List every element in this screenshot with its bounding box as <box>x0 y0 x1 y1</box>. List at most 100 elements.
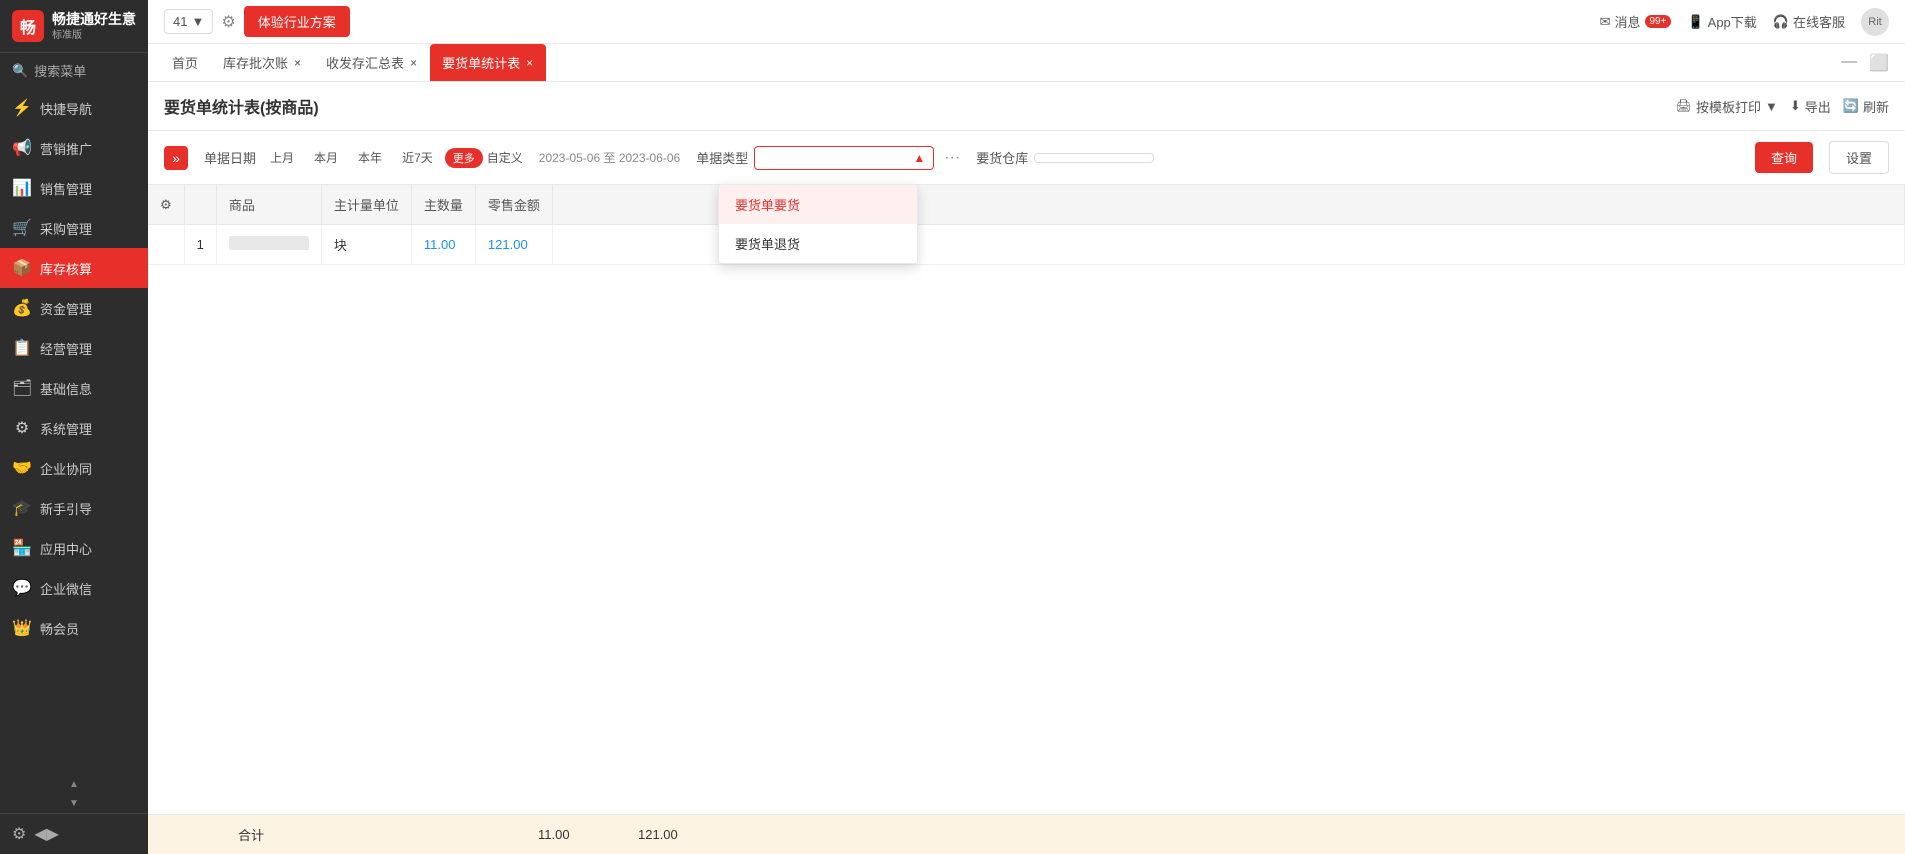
type-dropdown: 要货单要货 要货单退货 <box>718 184 918 264</box>
print-template-btn[interactable]: 🖨 按模板打印 ▼ <box>1675 97 1777 116</box>
sidebar-logo: 畅 畅捷通好生意 标准版 <box>0 0 148 53</box>
minimize-tab-btn[interactable]: — <box>1837 49 1861 77</box>
tab-receive-summary[interactable]: 收发存汇总表 × <box>314 44 430 81</box>
table-row: 1 块 11.00 121.00 <box>148 225 1905 265</box>
type-filter-group: 单据类型 ▲ ··· <box>696 146 960 170</box>
cell-product <box>216 225 321 265</box>
sidebar-item-coop[interactable]: 🤝 企业协同 <box>0 448 148 488</box>
sidebar-item-operation[interactable]: 📋 经营管理 <box>0 328 148 368</box>
summary-row: 合计 11.00 121.00 <box>148 814 1905 854</box>
sidebar-item-basic[interactable]: 🗂 基础信息 <box>0 368 148 408</box>
type-filter-more[interactable]: ··· <box>944 149 960 167</box>
finance-icon: 💰 <box>12 298 32 318</box>
cell-settings <box>148 225 184 265</box>
member-icon: 👑 <box>12 618 32 638</box>
purchase-icon: 🛒 <box>12 218 32 238</box>
sidebar-search-label: 搜索菜单 <box>34 61 86 80</box>
messages-item[interactable]: ✉ 消息 99+ <box>1600 12 1672 31</box>
sidebar-scroll-up[interactable]: ▲ <box>0 775 148 794</box>
settings-button[interactable]: 设置 <box>1829 141 1889 174</box>
data-table: ⚙ 商品 主计量单位 主数量 零售金额 1 <box>148 185 1905 265</box>
th-qty: 主数量 <box>411 185 475 225</box>
sidebar-item-finance[interactable]: 💰 资金管理 <box>0 288 148 328</box>
cell-qty: 11.00 <box>411 225 475 265</box>
summary-empty-unit <box>418 825 538 844</box>
sidebar-search[interactable]: 🔍 搜索菜单 <box>0 53 148 88</box>
tab-order-summary[interactable]: 要货单统计表 × <box>430 44 546 81</box>
user-avatar[interactable]: Rit <box>1861 8 1889 36</box>
print-icon: 🖨 <box>1675 98 1692 114</box>
refresh-btn[interactable]: 🔄 刷新 <box>1843 97 1889 116</box>
query-button[interactable]: 查询 <box>1755 142 1813 173</box>
type-select-arrow: ▲ <box>913 151 925 165</box>
th-amount: 零售金额 <box>475 185 552 225</box>
sidebar-item-quick-nav[interactable]: ⚡ 快捷导航 <box>0 88 148 128</box>
sidebar-item-sales[interactable]: 📊 销售管理 <box>0 168 148 208</box>
header-settings-icon[interactable]: ⚙ <box>221 12 235 32</box>
sidebar-item-purchase[interactable]: 🛒 采购管理 <box>0 208 148 248</box>
tab-home-label: 首页 <box>172 53 198 72</box>
this-month-btn[interactable]: 本月 <box>306 147 346 168</box>
last-month-btn[interactable]: 上月 <box>262 147 302 168</box>
export-icon: ⬇ <box>1790 98 1801 114</box>
app-download-item[interactable]: 📱 App下载 <box>1687 12 1756 31</box>
date-range-text: 2023-05-06 至 2023-06-06 <box>539 149 680 166</box>
online-service-item[interactable]: 🎧 在线客服 <box>1773 12 1845 31</box>
settings-bottom-icon[interactable]: ⚙ <box>12 824 26 844</box>
type-select[interactable]: ▲ <box>754 146 934 170</box>
dropdown-item-return[interactable]: 要货单退货 <box>719 224 917 263</box>
app-download-label: App下载 <box>1708 12 1757 31</box>
more-dates-btn[interactable]: 更多 <box>445 148 483 168</box>
search-icon: 🔍 <box>12 63 28 79</box>
tab-batch-account-label: 库存批次账 <box>223 53 288 72</box>
sidebar-item-system[interactable]: ⚙ 系统管理 <box>0 408 148 448</box>
tab-home[interactable]: 首页 <box>160 44 211 81</box>
tab-order-summary-close[interactable]: × <box>526 56 533 70</box>
logo-sub-text: 标准版 <box>52 29 136 42</box>
header-right: ✉ 消息 99+ 📱 App下载 🎧 在线客服 Rit <box>1600 8 1889 36</box>
summary-empty-seq <box>198 825 238 844</box>
table-container: ⚙ 商品 主计量单位 主数量 零售金额 1 <box>148 185 1905 814</box>
sidebar-item-inventory[interactable]: 📦 库存核算 <box>0 248 148 288</box>
logo-icon: 畅 <box>12 10 44 42</box>
messages-label: 消息 <box>1614 12 1640 31</box>
tab-receive-summary-close[interactable]: × <box>410 56 417 70</box>
page-title: 要货单统计表(按商品) <box>164 94 319 118</box>
guide-icon: 🎓 <box>12 498 32 518</box>
tabs-right-actions: — ⬜ <box>1837 49 1893 77</box>
tab-batch-account[interactable]: 库存批次账 × <box>211 44 314 81</box>
sidebar-item-marketing[interactable]: 📢 营销推广 <box>0 128 148 168</box>
sidebar-item-guide[interactable]: 🎓 新手引导 <box>0 488 148 528</box>
sidebar-scroll-down[interactable]: ▼ <box>0 794 148 813</box>
messages-badge: 99+ <box>1645 15 1672 28</box>
table-header-row: ⚙ 商品 主计量单位 主数量 零售金额 <box>148 185 1905 225</box>
expand-tab-btn[interactable]: ⬜ <box>1865 49 1893 77</box>
tab-batch-account-close[interactable]: × <box>294 56 301 70</box>
th-settings[interactable]: ⚙ <box>148 185 184 225</box>
sidebar-item-appstore[interactable]: 🏪 应用中心 <box>0 528 148 568</box>
store-selector[interactable]: 41 ▼ <box>164 9 213 34</box>
messages-icon: ✉ <box>1600 14 1611 30</box>
inventory-icon: 📦 <box>12 258 32 278</box>
collapse-icon[interactable]: ◀▶ <box>34 824 59 844</box>
custom-date-btn[interactable]: 自定义 <box>487 149 523 166</box>
warehouse-select[interactable] <box>1034 153 1154 163</box>
sidebar-item-wechat[interactable]: 💬 企业微信 <box>0 568 148 608</box>
nav-item-label: 销售管理 <box>40 179 92 198</box>
trial-button[interactable]: 体验行业方案 <box>244 6 350 37</box>
th-seq <box>184 185 216 225</box>
operation-icon: 📋 <box>12 338 32 358</box>
export-btn[interactable]: ⬇ 导出 <box>1790 97 1831 116</box>
last-7-days-btn[interactable]: 近7天 <box>394 147 441 168</box>
logo-main-text: 畅捷通好生意 <box>52 10 136 28</box>
dropdown-item-requisition[interactable]: 要货单要货 <box>719 185 917 224</box>
page-content: 要货单统计表(按商品) 🖨 按模板打印 ▼ ⬇ 导出 🔄 刷新 » <box>148 82 1905 854</box>
sidebar-item-member[interactable]: 👑 畅会员 <box>0 608 148 648</box>
tab-receive-summary-label: 收发存汇总表 <box>326 53 404 72</box>
this-year-btn[interactable]: 本年 <box>350 147 390 168</box>
nav-item-label: 采购管理 <box>40 219 92 238</box>
system-icon: ⚙ <box>12 418 32 438</box>
cell-unit: 块 <box>321 225 411 265</box>
filter-expand-btn[interactable]: » <box>164 146 188 170</box>
sidebar: 畅 畅捷通好生意 标准版 🔍 搜索菜单 ⚡ 快捷导航 📢 营销推广 📊 销售管理… <box>0 0 148 854</box>
